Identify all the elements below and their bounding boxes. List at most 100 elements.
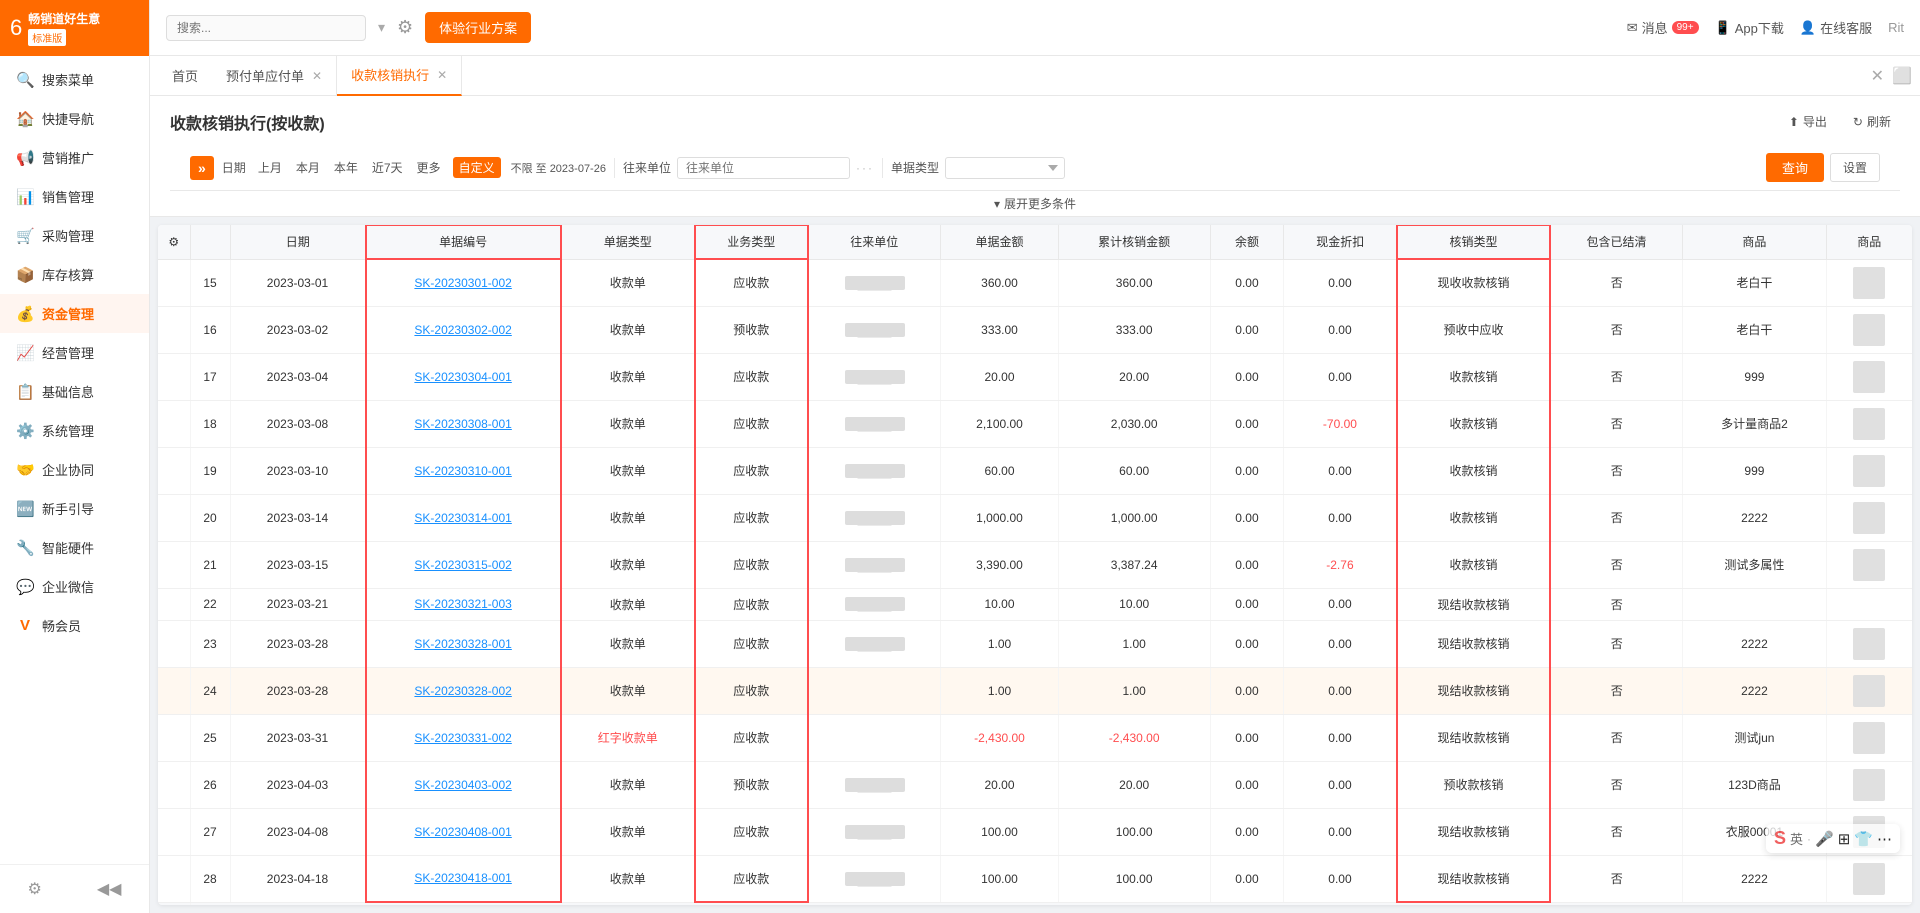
settings-bottom-icon[interactable]: ⚙ [22,873,48,905]
td-date: 2023-03-02 [230,306,366,353]
partner-filter-input[interactable] [677,157,850,179]
date-this-month[interactable]: 本月 [290,157,326,178]
td-cash-discount: 0.00 [1284,306,1397,353]
sidebar-item-guide[interactable]: 🆕新手引导 [0,489,149,528]
sidebar-item-quick-nav[interactable]: 🏠快捷导航 [0,99,149,138]
td-cash-discount: 0.00 [1284,761,1397,808]
query-button[interactable]: 查询 [1766,153,1824,182]
voucher-no-link[interactable]: SK-20230418-001 [414,871,511,885]
tab-collection-close[interactable]: ✕ [437,68,447,82]
td-gear [158,400,190,447]
td-amount: 20.00 [941,761,1058,808]
th-gear[interactable]: ⚙ [158,225,190,259]
voucher-no-link[interactable]: SK-20230310-001 [414,464,511,478]
td-goods2 [1826,761,1912,808]
td-biz-type: 应收款 [695,588,808,620]
sidebar-item-operation[interactable]: 📈经营管理 [0,333,149,372]
td-include-settled: 否 [1550,447,1682,494]
app-download-button[interactable]: 📱 App下载 [1715,18,1784,37]
tab-bar: 首页 预付单应付单 ✕ 收款核销执行 ✕ ✕ ⬜ [150,56,1920,96]
filter-expand-button[interactable]: » [190,156,214,180]
tab-close-all-icon[interactable]: ✕ [1871,66,1884,86]
td-goods: 999 [1683,447,1826,494]
expand-down-icon: ▾ [994,197,1000,211]
table-row: 27 2023-04-08 SK-20230408-001 收款单 应收款 ██… [158,808,1912,855]
mic-icon[interactable]: 🎤 [1815,830,1834,848]
grid-icon[interactable]: ⊞ [1838,830,1851,848]
setting-button[interactable]: 设置 [1830,153,1880,182]
sidebar-item-marketing[interactable]: 📢营销推广 [0,138,149,177]
sidebar-item-sales[interactable]: 📊销售管理 [0,177,149,216]
voucher-no-link[interactable]: SK-20230315-002 [414,558,511,572]
online-service-button[interactable]: 👤 在线客服 [1800,18,1872,37]
td-amount: 333.00 [941,306,1058,353]
tab-prepay-close[interactable]: ✕ [312,69,322,83]
custom-date-button[interactable]: 自定义 [453,157,501,178]
sidebar-item-hardware[interactable]: 🔧智能硬件 [0,528,149,567]
td-include-settled: 否 [1550,761,1682,808]
expand-more-button[interactable]: ▾ 展开更多条件 [994,195,1076,212]
td-include-settled: 否 [1550,494,1682,541]
voucher-no-link[interactable]: SK-20230331-002 [414,731,511,745]
tab-collection[interactable]: 收款核销执行 ✕ [337,56,462,96]
header-solution-button[interactable]: 体验行业方案 [425,12,531,43]
sidebar-item-system[interactable]: ⚙️系统管理 [0,411,149,450]
voucher-no-link[interactable]: SK-20230328-002 [414,684,511,698]
tab-home[interactable]: 首页 [158,56,212,96]
voucher-no-link[interactable]: SK-20230302-002 [414,323,511,337]
header-search-input[interactable] [166,15,366,41]
td-balance: 0.00 [1210,447,1284,494]
td-biz-type: 应收款 [695,353,808,400]
tab-expand-icon[interactable]: ⬜ [1892,66,1912,86]
voucher-no-link[interactable]: SK-20230321-003 [414,597,511,611]
more-icon[interactable]: ⋯ [1877,830,1892,848]
td-total-write-off: -2,430.00 [1058,714,1210,761]
td-biz-type: 预收款 [695,761,808,808]
td-seq: 21 [190,541,230,588]
td-date: 2023-03-04 [230,353,366,400]
sidebar-item-corp[interactable]: 🤝企业协同 [0,450,149,489]
sidebar-item-basic[interactable]: 📋基础信息 [0,372,149,411]
message-button[interactable]: ✉ 消息 99+ [1627,18,1699,37]
query-actions: 查询 设置 [1766,153,1880,182]
voucher-type-select[interactable] [945,157,1065,179]
td-goods: 老白干 [1683,259,1826,306]
td-amount: 10.00 [941,588,1058,620]
voucher-no-link[interactable]: SK-20230301-002 [414,276,511,290]
table-row: 16 2023-03-02 SK-20230302-002 收款单 预收款 ██… [158,306,1912,353]
th-seq [190,225,230,259]
sidebar-item-wechat[interactable]: 💬企业微信 [0,567,149,606]
voucher-no-link[interactable]: SK-20230403-002 [414,778,511,792]
td-date: 2023-03-01 [230,259,366,306]
sidebar-item-fund[interactable]: 💰资金管理 [0,294,149,333]
td-cash-discount: 0.00 [1284,588,1397,620]
voucher-no-link[interactable]: SK-20230408-001 [414,825,511,839]
tab-prepay-label: 预付单应付单 [226,66,304,85]
td-include-settled: 否 [1550,400,1682,447]
date-filter-section: 日期 上月 本月 本年 近7天 更多 自定义 不限 至 2023-07-26 [222,157,606,178]
tab-prepay[interactable]: 预付单应付单 ✕ [212,56,337,96]
voucher-no-link[interactable]: SK-20230304-001 [414,370,511,384]
date-last-month[interactable]: 上月 [252,157,288,178]
shirt-icon[interactable]: 👕 [1854,830,1873,848]
sidebar-item-stock[interactable]: 📦库存核算 [0,255,149,294]
sidebar-item-label: 销售管理 [42,187,94,206]
td-goods2 [1826,620,1912,667]
td-total-write-off: 20.00 [1058,761,1210,808]
td-goods: 多计量商品2 [1683,400,1826,447]
header-dropdown-icon[interactable]: ▾ [378,19,385,36]
collapse-sidebar-icon[interactable]: ◀◀ [91,873,128,905]
header-gear-icon[interactable]: ⚙ [397,17,413,38]
voucher-no-link[interactable]: SK-20230314-001 [414,511,511,525]
sidebar-item-purchase[interactable]: 🛒采购管理 [0,216,149,255]
sidebar-item-member[interactable]: V畅会员 [0,606,149,645]
voucher-no-link[interactable]: SK-20230308-001 [414,417,511,431]
voucher-no-link[interactable]: SK-20230328-001 [414,637,511,651]
export-button[interactable]: ⬆ 导出 [1780,108,1836,135]
date-7days[interactable]: 近7天 [366,157,409,178]
sidebar-item-search[interactable]: 🔍搜索菜单 [0,60,149,99]
td-voucher-no: SK-20230301-002 [366,259,561,306]
date-this-year[interactable]: 本年 [328,157,364,178]
date-more[interactable]: 更多 [411,157,447,178]
refresh-button[interactable]: ↻ 刷新 [1844,108,1900,135]
